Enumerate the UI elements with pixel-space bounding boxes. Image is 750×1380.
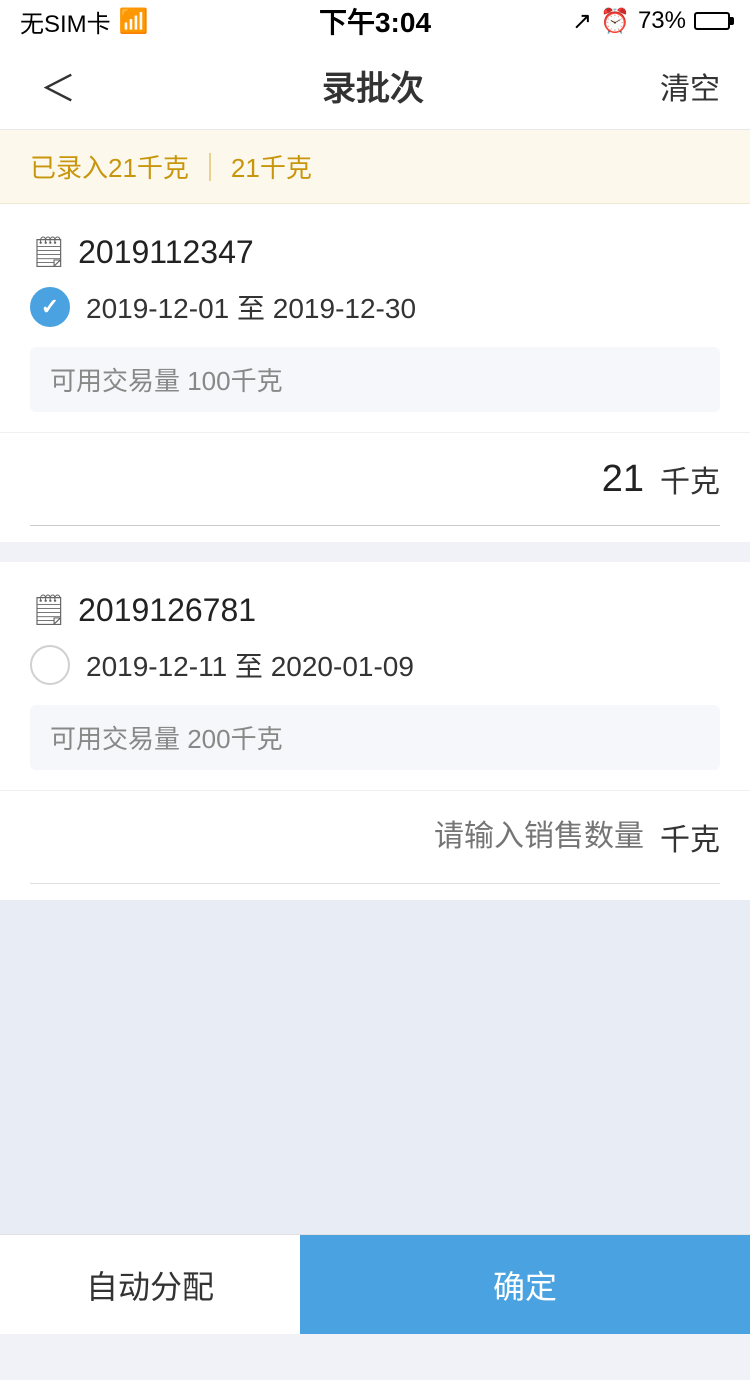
amount-unit-1: 千克 — [660, 457, 720, 501]
wifi-icon: 📶 — [119, 7, 149, 36]
status-bar: 无SIM卡 📶 下午3:04 ↗ ⏰ 73% — [0, 0, 750, 42]
input-section-2: 千克 — [0, 790, 750, 900]
qty-input-2[interactable] — [30, 820, 644, 854]
radio-1[interactable] — [30, 287, 70, 327]
info-banner: 已录入21千克 21千克 — [0, 130, 750, 204]
clear-button[interactable]: 清空 — [660, 64, 720, 108]
location-icon: ↗ — [572, 7, 592, 36]
bottom-bar: 自动分配 确定 — [0, 1234, 750, 1334]
nav-bar: ＜ 录批次 清空 — [0, 42, 750, 130]
carrier-label: 无SIM卡 — [20, 4, 111, 39]
battery-percent: 73% — [638, 7, 686, 35]
batch-id-2: 2019126781 — [78, 592, 256, 629]
batch-header-1: 🗒 2019112347 — [30, 234, 720, 271]
confirm-button[interactable]: 确定 — [300, 1235, 750, 1334]
batch-date-2: 2019-12-11 至 2020-01-09 — [86, 645, 414, 685]
section-separator — [0, 542, 750, 562]
page-title: 录批次 — [322, 61, 424, 110]
spacer-area — [0, 900, 750, 1280]
status-right: ↗ ⏰ 73% — [572, 7, 730, 36]
batch-date-1: 2019-12-01 至 2019-12-30 — [86, 287, 416, 327]
back-button[interactable]: ＜ — [30, 50, 86, 122]
batch-qty-1: 可用交易量 100千克 — [30, 347, 720, 412]
info-divider — [209, 153, 211, 181]
batch-card-2: 🗒 2019126781 2019-12-11 至 2020-01-09 可用交… — [0, 562, 750, 790]
qty-unit-2: 千克 — [660, 815, 720, 859]
input-row-2: 千克 — [0, 790, 750, 883]
alarm-icon: ⏰ — [600, 7, 630, 36]
batch-icon-2: 🗒 — [30, 593, 68, 628]
recorded-label: 已录入21千克 — [30, 148, 189, 185]
amount-input-1[interactable] — [524, 458, 644, 501]
total-label: 21千克 — [231, 148, 312, 185]
batch-qty-2: 可用交易量 200千克 — [30, 705, 720, 770]
batch-date-row-2[interactable]: 2019-12-11 至 2020-01-09 — [30, 645, 720, 685]
batch-icon-1: 🗒 — [30, 235, 68, 270]
amount-section-1: 千克 — [0, 432, 750, 542]
status-time: 下午3:04 — [319, 1, 431, 41]
auto-distribute-button[interactable]: 自动分配 — [0, 1235, 300, 1334]
batch-id-1: 2019112347 — [78, 234, 254, 271]
batch-header-2: 🗒 2019126781 — [30, 592, 720, 629]
battery-icon — [694, 12, 730, 30]
amount-row-1: 千克 — [0, 432, 750, 525]
batch-date-row-1[interactable]: 2019-12-01 至 2019-12-30 — [30, 287, 720, 327]
radio-2[interactable] — [30, 645, 70, 685]
status-left: 无SIM卡 📶 — [20, 4, 149, 39]
batch-card-1: 🗒 2019112347 2019-12-01 至 2019-12-30 可用交… — [0, 204, 750, 432]
